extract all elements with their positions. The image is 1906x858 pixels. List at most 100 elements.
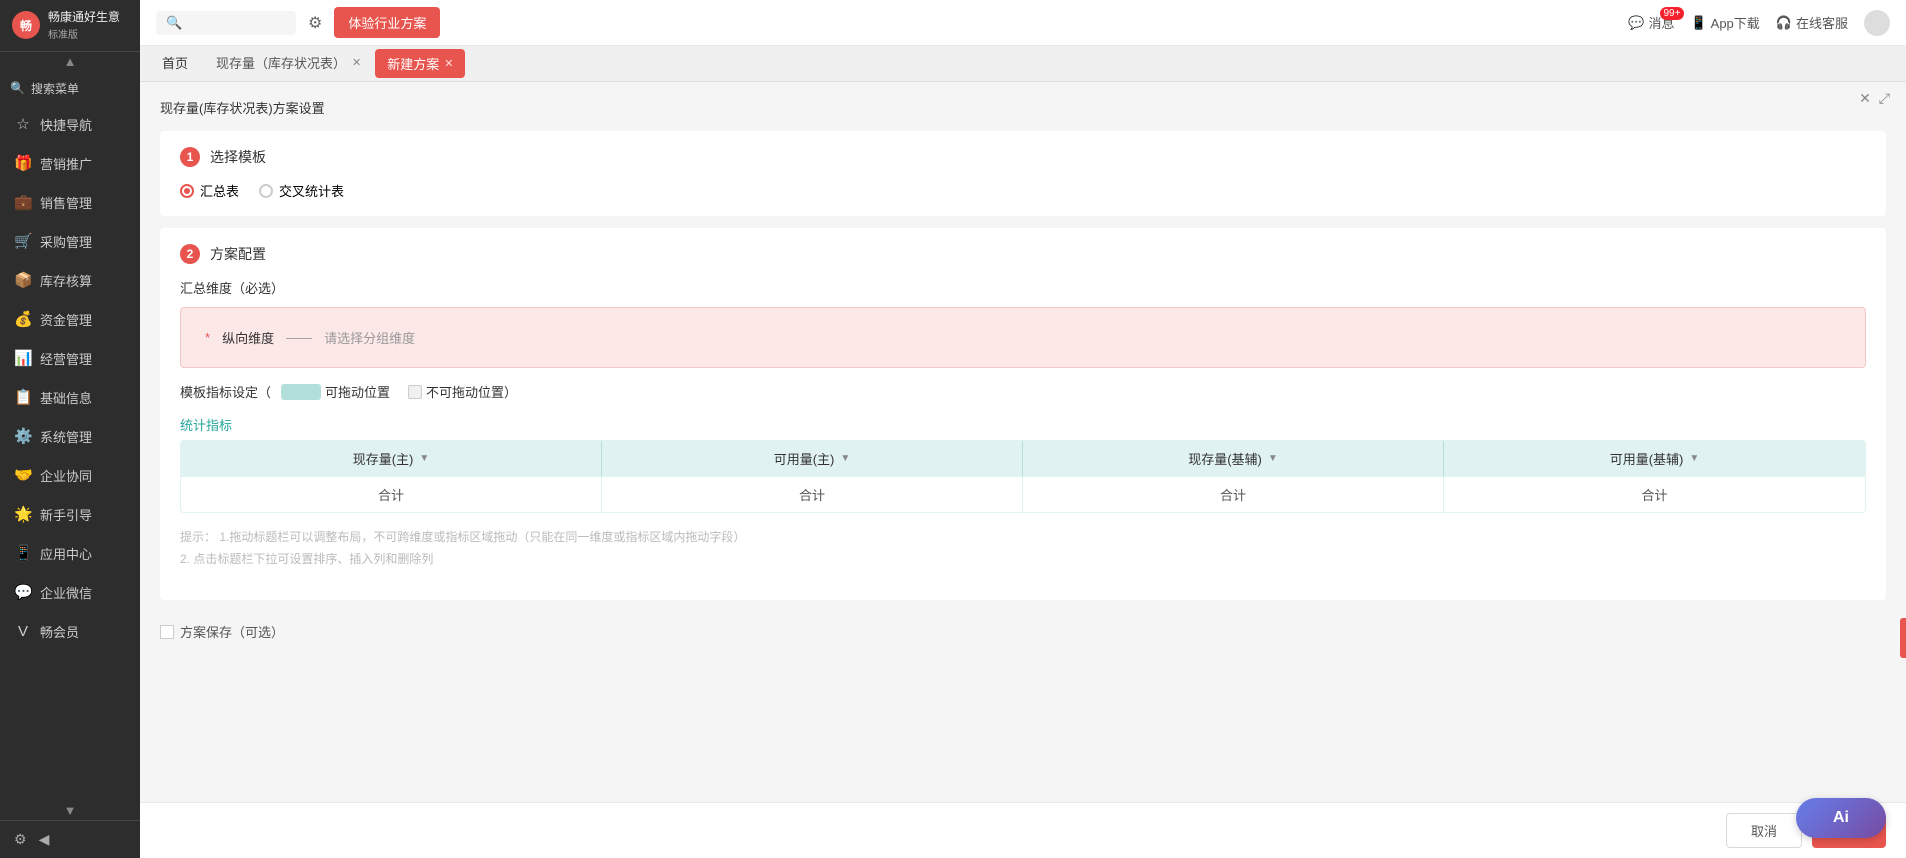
search-menu-button[interactable]: 🔍 搜索菜单 (0, 72, 140, 105)
step2-badge: 2 (180, 244, 200, 264)
member-icon: V (14, 623, 32, 640)
sidebar-item-enterprise[interactable]: 🤝 企业协同 (0, 456, 140, 495)
message-button[interactable]: 💬 消息 99+ (1628, 13, 1674, 32)
stats-table-row-0: 合计 合计 合计 合计 (181, 476, 1865, 512)
wechat-icon: 💬 (14, 583, 32, 601)
step2-section: 2 方案配置 汇总维度（必选） * 纵向维度 —— 请选择分组维度 模板指标设定… (160, 228, 1886, 600)
sidebar-item-app-center[interactable]: 📱 应用中心 (0, 534, 140, 573)
stats-table: 现存量(主) ▼ 可用量(主) ▼ 现存量(基辅) ▼ 可用量(基辅) (180, 440, 1866, 513)
content-area: ✕ ⤢ 现存量(库存状况表)方案设置 1 选择模板 汇总表 交叉统计表 (140, 82, 1906, 802)
maximize-window-button[interactable]: ⤢ (1879, 90, 1890, 107)
sidebar-item-operation[interactable]: 📊 经营管理 (0, 339, 140, 378)
indicator-setting-row: 模板指标设定（ 可拖动位置 不可拖动位置） (180, 382, 1866, 401)
sidebar-item-guide[interactable]: 🌟 新手引导 (0, 495, 140, 534)
step1-label: 选择模板 (210, 147, 266, 167)
sidebar-item-label: 采购管理 (40, 232, 92, 251)
window-controls: ✕ ⤢ (1859, 90, 1890, 107)
app-download-icon: 📱 (1690, 15, 1706, 31)
col-chevron-3: ▼ (1689, 453, 1699, 464)
col-header-2[interactable]: 现存量(基辅) ▼ (1023, 441, 1444, 476)
sidebar-item-system[interactable]: ⚙️ 系统管理 (0, 417, 140, 456)
settings-icon[interactable]: ⚙ (14, 831, 27, 848)
tab-home[interactable]: 首页 (148, 47, 202, 80)
topbar-search-input[interactable] (188, 16, 288, 30)
sidebar-item-quick-nav[interactable]: ☆ 快捷导航 (0, 105, 140, 144)
indicator-setting-label: 模板指标设定（ (180, 382, 271, 401)
col-header-label-2: 现存量(基辅) (1188, 449, 1262, 468)
tabbar: 首页 现存量（库存状况表） ✕ 新建方案 ✕ (140, 46, 1906, 82)
non-draggable-indicator: 不可拖动位置） (408, 382, 517, 401)
collapse-icon[interactable]: ◀ (39, 831, 50, 848)
cancel-button[interactable]: 取消 (1726, 813, 1802, 848)
message-badge: 99+ (1660, 7, 1685, 20)
sidebar-item-label: 基础信息 (40, 388, 92, 407)
tab-new-scheme[interactable]: 新建方案 ✕ (375, 49, 465, 78)
quick-nav-icon: ☆ (14, 115, 32, 133)
sidebar-item-basic-info[interactable]: 📋 基础信息 (0, 378, 140, 417)
ai-button[interactable]: Ai (1796, 798, 1886, 838)
scroll-up-button[interactable]: ▲ (0, 52, 140, 72)
tab-inventory-close-button[interactable]: ✕ (352, 56, 361, 69)
dimension-placeholder-text: 请选择分组维度 (324, 328, 415, 347)
operation-icon: 📊 (14, 349, 32, 367)
sidebar-item-label: 新手引导 (40, 505, 92, 524)
dimension-sep: —— (286, 330, 312, 345)
topbar-right: 💬 消息 99+ 📱 App下载 🎧 在线客服 (1628, 10, 1890, 36)
main-area: 🔍 ⚙ 体验行业方案 💬 消息 99+ 📱 App下载 🎧 在线客服 (140, 0, 1906, 858)
marketing-icon: 🎁 (14, 154, 32, 172)
tab-new-label: 新建方案 (387, 54, 439, 73)
tip-line-2: 2. 点击标题栏下拉可设置排序、插入列和删除列 (180, 549, 1866, 571)
radio-summary[interactable]: 汇总表 (180, 181, 239, 200)
tab-inventory-status[interactable]: 现存量（库存状况表） ✕ (202, 47, 375, 80)
step1-badge: 1 (180, 147, 200, 167)
page-title: 现存量(库存状况表)方案设置 (160, 98, 1886, 117)
sidebar-item-label: 库存核算 (40, 271, 92, 290)
scroll-down-button[interactable]: ▼ (0, 800, 140, 820)
col-header-label-3: 可用量(基辅) (1610, 449, 1684, 468)
topbar: 🔍 ⚙ 体验行业方案 💬 消息 99+ 📱 App下载 🎧 在线客服 (140, 0, 1906, 46)
radio-crosstab[interactable]: 交叉统计表 (259, 181, 344, 200)
sidebar-item-marketing[interactable]: 🎁 营销推广 (0, 144, 140, 183)
user-avatar[interactable] (1864, 10, 1890, 36)
finance-icon: 💰 (14, 310, 32, 328)
basic-info-icon: 📋 (14, 388, 32, 406)
tab-inventory-label: 现存量（库存状况表） (216, 53, 346, 72)
col-header-3[interactable]: 可用量(基辅) ▼ (1444, 441, 1865, 476)
col-chevron-0: ▼ (419, 453, 429, 464)
sidebar-item-purchase[interactable]: 🛒 采购管理 (0, 222, 140, 261)
col-header-label-0: 现存量(主) (353, 449, 414, 468)
industry-scheme-button[interactable]: 体验行业方案 (334, 7, 440, 38)
app-download-button[interactable]: 📱 App下载 (1690, 13, 1759, 32)
settings-gear-icon[interactable]: ⚙ (308, 13, 322, 33)
online-support-label: 在线客服 (1796, 13, 1848, 32)
tab-new-close-button[interactable]: ✕ (444, 57, 453, 70)
sidebar-item-inventory[interactable]: 📦 库存核算 (0, 261, 140, 300)
close-window-button[interactable]: ✕ (1859, 90, 1871, 107)
stats-section-label: 统计指标 (180, 415, 1866, 434)
sidebar-item-label: 经营管理 (40, 349, 92, 368)
headset-icon: 🎧 (1776, 15, 1792, 31)
col-header-0[interactable]: 现存量(主) ▼ (181, 441, 602, 476)
tips-section: 提示： 1.拖动标题栏可以调整布局，不可跨维度或指标区域拖动（只能在同一维度或指… (180, 527, 1866, 570)
topbar-left: 🔍 ⚙ 体验行业方案 (156, 7, 440, 38)
app-edition: 标准版 (48, 26, 120, 41)
step2-header: 2 方案配置 (180, 244, 1866, 264)
tab-home-label: 首页 (162, 53, 188, 72)
stats-table-header: 现存量(主) ▼ 可用量(主) ▼ 现存量(基辅) ▼ 可用量(基辅) (181, 441, 1865, 476)
draggable-indicator: 可拖动位置 (281, 382, 390, 401)
sidebar-item-wechat[interactable]: 💬 企业微信 (0, 573, 140, 612)
col-chevron-1: ▼ (840, 453, 850, 464)
required-mark: * (205, 330, 210, 345)
dimension-selector-box[interactable]: * 纵向维度 —— 请选择分组维度 (180, 307, 1866, 368)
online-support-button[interactable]: 🎧 在线客服 (1776, 13, 1848, 32)
save-option-label: 方案保存（可选） (180, 622, 284, 641)
message-icon: 💬 (1628, 15, 1644, 31)
col-header-1[interactable]: 可用量(主) ▼ (602, 441, 1023, 476)
save-checkbox[interactable] (160, 625, 174, 639)
sidebar-item-sales[interactable]: 💼 销售管理 (0, 183, 140, 222)
sidebar-item-member[interactable]: V 畅会员 (0, 612, 140, 651)
non-draggable-label: 不可拖动位置） (426, 382, 517, 401)
sidebar-item-label: 资金管理 (40, 310, 92, 329)
save-option-row[interactable]: 方案保存（可选） (160, 612, 1886, 651)
sidebar-item-finance[interactable]: 💰 资金管理 (0, 300, 140, 339)
